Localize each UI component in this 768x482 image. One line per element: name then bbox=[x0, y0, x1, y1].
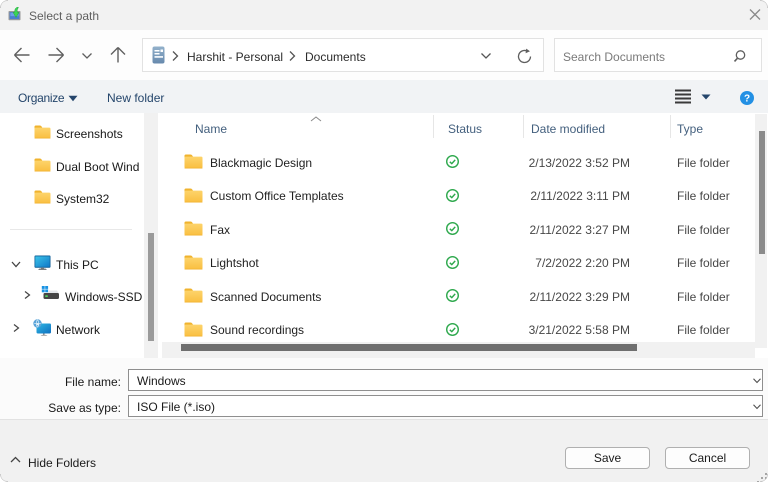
svg-text:?: ? bbox=[744, 94, 750, 105]
